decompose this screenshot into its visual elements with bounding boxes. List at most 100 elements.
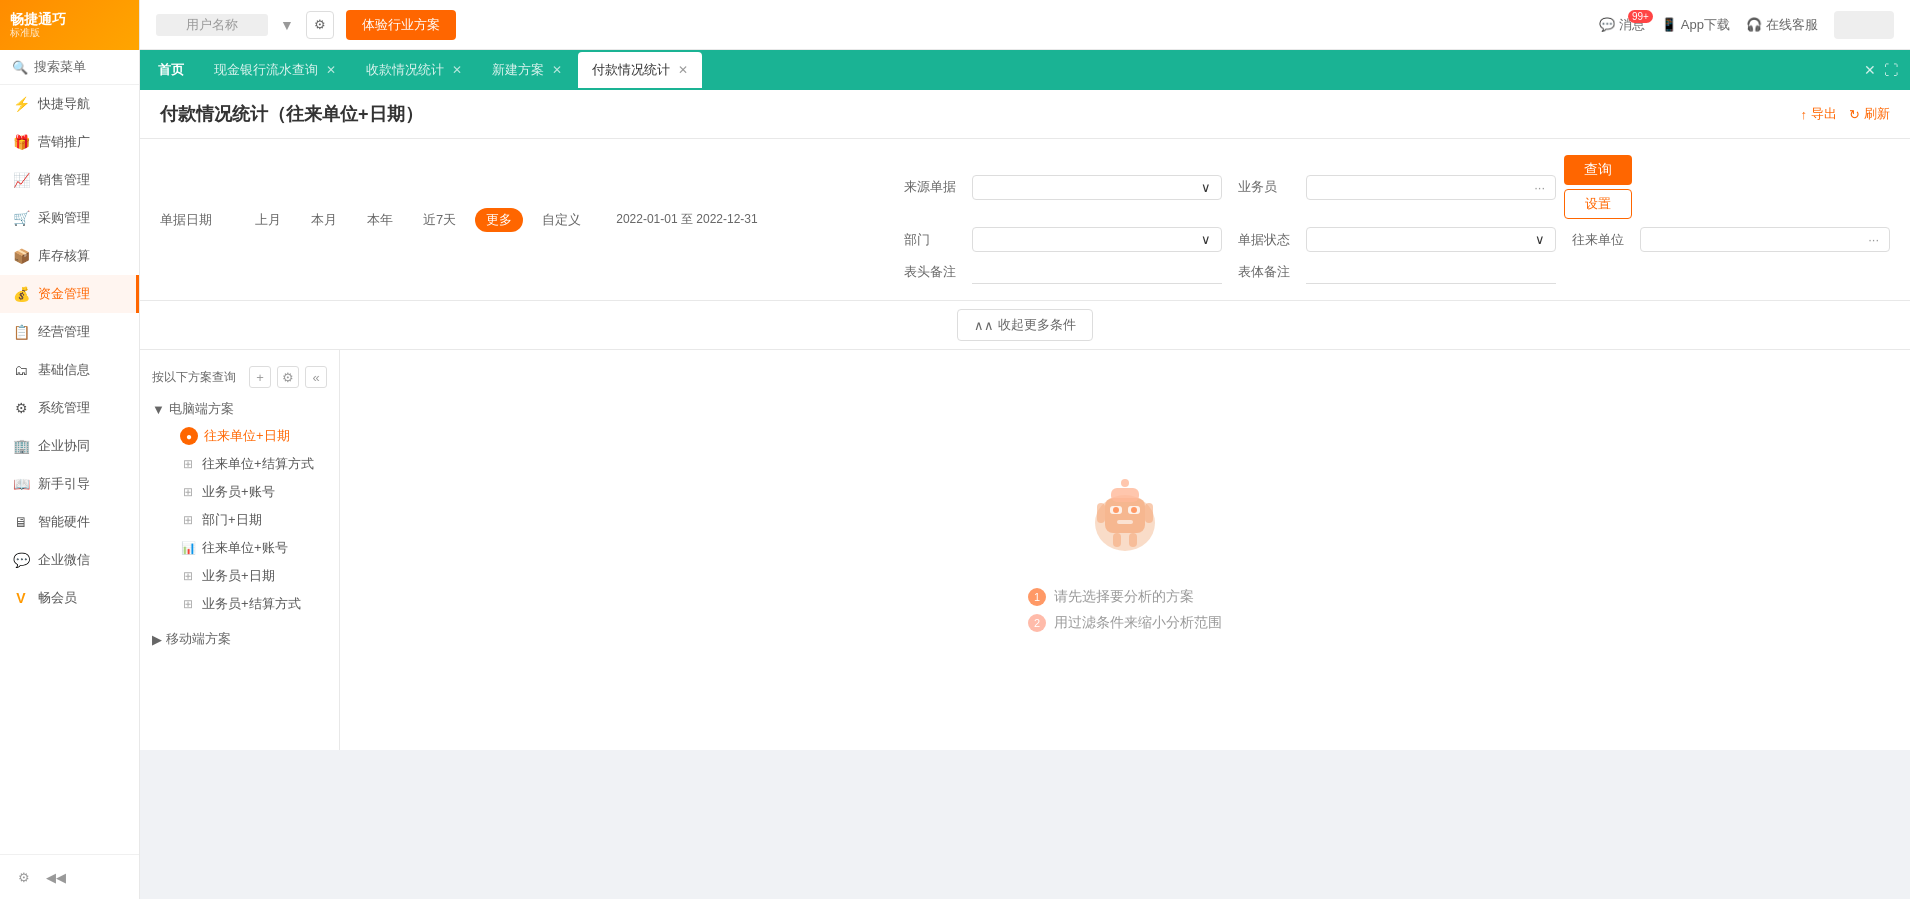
dept-select[interactable]: ∨ xyxy=(972,227,1222,252)
online-service-label: 在线客服 xyxy=(1766,16,1818,34)
collapse-sidebar-icon[interactable]: ◀◀ xyxy=(44,865,68,889)
scheme-salesman-settle[interactable]: ⊞ 业务员+结算方式 xyxy=(152,590,327,618)
date-option-custom[interactable]: 自定义 xyxy=(531,208,592,232)
sidebar-item-system[interactable]: ⚙ 系统管理 xyxy=(0,389,139,427)
close-all-tabs-icon[interactable]: ✕ xyxy=(1864,62,1876,78)
left-panel-header: 按以下方案查询 + ⚙ « xyxy=(140,360,339,394)
sidebar-item-label: 基础信息 xyxy=(38,361,90,379)
doc-status-select[interactable]: ∨ xyxy=(1306,227,1556,252)
ellipsis-icon2: ··· xyxy=(1868,232,1879,247)
date-option-last-month[interactable]: 上月 xyxy=(244,208,292,232)
tab-close-receipt-stats[interactable]: ✕ xyxy=(452,64,462,76)
sidebar-search[interactable]: 🔍 搜索菜单 xyxy=(0,50,139,85)
svg-point-12 xyxy=(1121,479,1129,487)
sidebar-item-label: 快捷导航 xyxy=(38,95,90,113)
empty-illustration xyxy=(1075,468,1175,568)
ellipsis-icon: ··· xyxy=(1534,180,1545,195)
scheme-label: 往来单位+结算方式 xyxy=(202,455,314,473)
scheme-settings-icon[interactable]: ⚙ xyxy=(277,366,299,388)
collapse-more-conditions-button[interactable]: ∧∧ 收起更多条件 xyxy=(957,309,1093,341)
sidebar-item-guide[interactable]: 📖 新手引导 xyxy=(0,465,139,503)
refresh-button[interactable]: ↻ 刷新 xyxy=(1849,105,1890,123)
tab-close-new-scheme[interactable]: ✕ xyxy=(552,64,562,76)
sidebar-header: 畅捷通巧 标准版 xyxy=(0,0,139,50)
tab-new-scheme[interactable]: 新建方案 ✕ xyxy=(478,52,576,88)
tab-cash-flow[interactable]: 现金银行流水查询 ✕ xyxy=(200,52,350,88)
marketing-icon: 🎁 xyxy=(12,133,30,151)
header-settings-btn[interactable]: ⚙ xyxy=(306,11,334,39)
settings-button[interactable]: 设置 xyxy=(1564,189,1632,219)
scheme-label: 业务员+账号 xyxy=(202,483,275,501)
table-body-note-input[interactable] xyxy=(1306,260,1556,284)
scheme-counterpart-settle[interactable]: ⊞ 往来单位+结算方式 xyxy=(152,450,327,478)
table-header-note-input[interactable] xyxy=(972,260,1222,284)
date-option-more[interactable]: 更多 xyxy=(475,208,523,232)
tab-home[interactable]: 首页 xyxy=(144,52,198,88)
collapse-panel-icon[interactable]: « xyxy=(305,366,327,388)
sidebar-item-quick-nav[interactable]: ⚡ 快捷导航 xyxy=(0,85,139,123)
add-scheme-icon[interactable]: + xyxy=(249,366,271,388)
settings-footer-icon[interactable]: ⚙ xyxy=(12,865,36,889)
notification-btn[interactable]: 💬 消息 99+ xyxy=(1599,16,1645,34)
sidebar-item-label: 营销推广 xyxy=(38,133,90,151)
sidebar-item-inventory[interactable]: 📦 库存核算 xyxy=(0,237,139,275)
chevron-down-icon3: ∨ xyxy=(1535,232,1545,247)
empty-tips: 1 请先选择要分析的方案 2 用过滤条件来缩小分析范围 xyxy=(1028,588,1222,632)
tip-number-1: 1 xyxy=(1028,588,1046,606)
svg-point-5 xyxy=(1131,507,1137,513)
source-doc-select[interactable]: ∨ xyxy=(972,175,1222,200)
date-option-this-month[interactable]: 本月 xyxy=(300,208,348,232)
salesman-select[interactable]: ··· xyxy=(1306,175,1556,200)
expand-icon[interactable]: ⛶ xyxy=(1884,62,1898,78)
user-avatar[interactable] xyxy=(1834,11,1894,39)
sidebar-footer: ⚙ ◀◀ xyxy=(0,854,139,899)
basic-info-icon: 🗂 xyxy=(12,361,30,379)
query-button[interactable]: 查询 xyxy=(1564,155,1632,185)
tab-payment-stats[interactable]: 付款情况统计 ✕ xyxy=(578,52,702,88)
sidebar-item-capital[interactable]: 💰 资金管理 xyxy=(0,275,139,313)
sidebar-item-label: 畅会员 xyxy=(38,589,77,607)
filter-counterpart-label: 往来单位 xyxy=(1572,231,1632,249)
sidebar-item-basic-info[interactable]: 🗂 基础信息 xyxy=(0,351,139,389)
sidebar-item-hardware[interactable]: 🖥 智能硬件 xyxy=(0,503,139,541)
sidebar-item-sales[interactable]: 📈 销售管理 xyxy=(0,161,139,199)
tip-text-2: 用过滤条件来缩小分析范围 xyxy=(1054,614,1222,632)
sidebar-item-vip[interactable]: V 畅会员 xyxy=(0,579,139,617)
svg-rect-11 xyxy=(1111,488,1139,502)
scheme-label: 往来单位+账号 xyxy=(202,539,288,557)
sidebar-item-enterprise[interactable]: 🏢 企业协同 xyxy=(0,427,139,465)
sidebar-item-label: 系统管理 xyxy=(38,399,90,417)
scheme-salesman-date[interactable]: ⊞ 业务员+日期 xyxy=(152,562,327,590)
date-option-this-year[interactable]: 本年 xyxy=(356,208,404,232)
mobile-category-title[interactable]: ▶ 移动端方案 xyxy=(152,630,327,648)
scheme-salesman-account[interactable]: ⊞ 业务员+账号 xyxy=(152,478,327,506)
scheme-label: 业务员+日期 xyxy=(202,567,275,585)
scheme-counterpart-account[interactable]: 📊 往来单位+账号 xyxy=(152,534,327,562)
enterprise-icon: 🏢 xyxy=(12,437,30,455)
sidebar-item-wechat[interactable]: 💬 企业微信 xyxy=(0,541,139,579)
export-button[interactable]: ↑ 导出 xyxy=(1801,105,1838,123)
scheme-grid-icon3: ⊞ xyxy=(180,512,196,528)
scheme-counterpart-date[interactable]: ● 往来单位+日期 xyxy=(152,422,327,450)
page-header: 付款情况统计（往来单位+日期） ↑ 导出 ↻ 刷新 xyxy=(140,90,1910,139)
tab-close-payment-stats[interactable]: ✕ xyxy=(678,64,688,76)
capital-icon: 💰 xyxy=(12,285,30,303)
header-chevron-down[interactable]: ▼ xyxy=(280,17,294,33)
scheme-label: 部门+日期 xyxy=(202,511,262,529)
sidebar-item-purchase[interactable]: 🛒 采购管理 xyxy=(0,199,139,237)
tab-receipt-stats[interactable]: 收款情况统计 ✕ xyxy=(352,52,476,88)
sidebar-item-operation[interactable]: 📋 经营管理 xyxy=(0,313,139,351)
date-option-7days[interactable]: 近7天 xyxy=(412,208,467,232)
scheme-dept-date[interactable]: ⊞ 部门+日期 xyxy=(152,506,327,534)
filter-doc-status-label: 单据状态 xyxy=(1238,231,1298,249)
trial-industry-button[interactable]: 体验行业方案 xyxy=(346,10,456,40)
left-panel: 按以下方案查询 + ⚙ « ▼ 电脑端方案 ● 往来单位+日期 xyxy=(140,350,340,750)
pc-category-title[interactable]: ▼ 电脑端方案 xyxy=(152,400,327,418)
counterpart-select[interactable]: ··· xyxy=(1640,227,1890,252)
online-service-btn[interactable]: 🎧 在线客服 xyxy=(1746,16,1818,34)
top-header: 用户名称 ▼ ⚙ 体验行业方案 💬 消息 99+ 📱 App下载 🎧 在线客服 xyxy=(140,0,1910,50)
vip-icon: V xyxy=(12,589,30,607)
tab-close-cash-flow[interactable]: ✕ xyxy=(326,64,336,76)
app-download-btn[interactable]: 📱 App下载 xyxy=(1661,16,1730,34)
sidebar-item-marketing[interactable]: 🎁 营销推广 xyxy=(0,123,139,161)
